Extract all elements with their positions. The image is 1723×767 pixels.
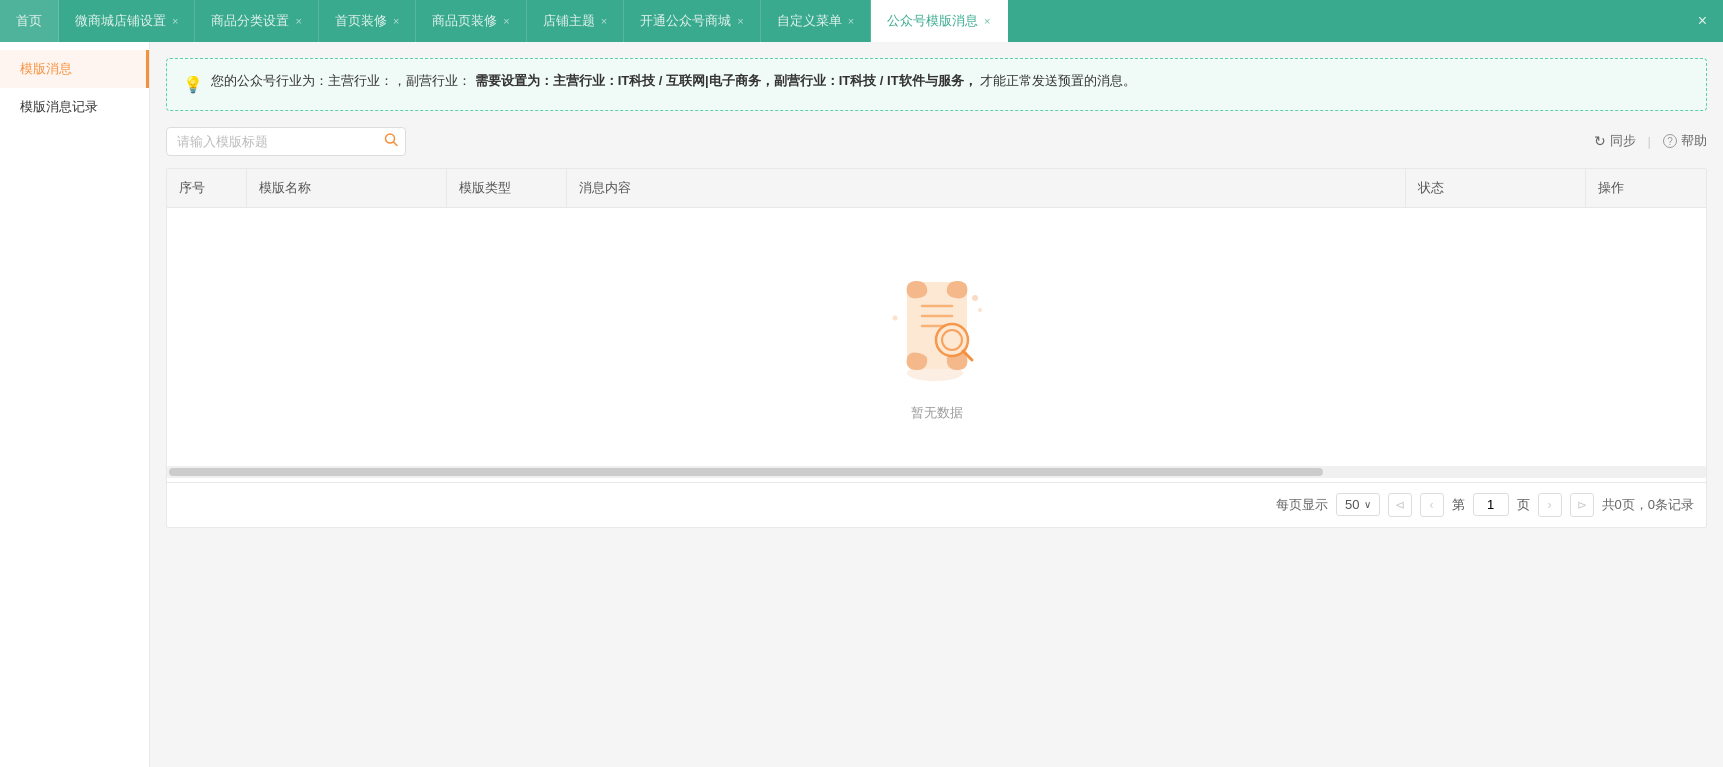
tab-home[interactable]: 首页: [0, 0, 59, 42]
th-action: 操作: [1586, 169, 1706, 207]
th-name: 模版名称: [247, 169, 447, 207]
search-input[interactable]: [166, 127, 406, 156]
help-icon: ?: [1663, 134, 1677, 148]
th-content: 消息内容: [567, 169, 1406, 207]
svg-point-10: [978, 308, 982, 312]
close-tab-custom-menu[interactable]: ×: [848, 15, 854, 27]
first-page-button[interactable]: ⊲: [1388, 493, 1412, 517]
empty-illustration: [877, 268, 997, 388]
tab-product-category[interactable]: 商品分类设置 ×: [195, 0, 318, 42]
current-page-input[interactable]: [1473, 493, 1509, 516]
search-bar: ↻ 同步 | ? 帮助: [166, 127, 1707, 156]
chevron-down-icon: ∨: [1364, 499, 1371, 510]
sync-button[interactable]: ↻ 同步: [1594, 132, 1636, 150]
last-page-button[interactable]: ⊳: [1570, 493, 1594, 517]
sync-icon: ↻: [1594, 133, 1606, 149]
close-tab-product-decor[interactable]: ×: [503, 15, 509, 27]
notice-text: 您的公众号行业为：主营行业：，副营行业： 需要设置为：主营行业：IT科技 / 互…: [211, 71, 1136, 92]
horizontal-scrollbar[interactable]: [167, 466, 1706, 478]
notice-icon: 💡: [183, 72, 203, 98]
search-button[interactable]: [384, 133, 398, 150]
main-layout: 模版消息 模版消息记录 💡 您的公众号行业为：主营行业：，副营行业： 需要设置为…: [0, 42, 1723, 767]
tab-bar: 首页 微商城店铺设置 × 商品分类设置 × 首页装修 × 商品页装修 × 店铺主…: [0, 0, 1723, 42]
tab-wsc-shop[interactable]: 微商城店铺设置 ×: [59, 0, 195, 42]
pagination-row: 每页显示 50 ∨ ⊲ ‹ 第 页 › ⊳ 共0页，0条记录: [167, 482, 1706, 527]
th-index: 序号: [167, 169, 247, 207]
close-tab-home-decor[interactable]: ×: [393, 15, 399, 27]
sidebar-item-template-msg-log[interactable]: 模版消息记录: [0, 88, 149, 126]
page-suffix-label: 页: [1517, 496, 1530, 514]
per-page-label: 每页显示: [1276, 496, 1328, 514]
toolbar-divider: |: [1648, 134, 1651, 149]
prev-page-button[interactable]: ‹: [1420, 493, 1444, 517]
tab-home-decor[interactable]: 首页装修 ×: [319, 0, 416, 42]
close-tab-wechat-shop[interactable]: ×: [737, 15, 743, 27]
empty-state: 暂无数据: [167, 208, 1706, 462]
notice-box: 💡 您的公众号行业为：主营行业：，副营行业： 需要设置为：主营行业：IT科技 /…: [166, 58, 1707, 111]
toolbar-right: ↻ 同步 | ? 帮助: [1594, 132, 1707, 150]
per-page-select[interactable]: 50 ∨: [1336, 493, 1379, 516]
tab-wechat-shop[interactable]: 开通公众号商城 ×: [624, 0, 760, 42]
table-header: 序号 模版名称 模版类型 消息内容 状态 操作: [167, 169, 1706, 208]
help-button[interactable]: ? 帮助: [1663, 132, 1707, 150]
close-tab-template-msg[interactable]: ×: [984, 15, 990, 27]
close-tab-product-category[interactable]: ×: [295, 15, 301, 27]
close-tab-wsc-shop[interactable]: ×: [172, 15, 178, 27]
th-type: 模版类型: [447, 169, 567, 207]
svg-point-11: [892, 315, 897, 320]
tab-shop-theme[interactable]: 店铺主题 ×: [527, 0, 624, 42]
sidebar-item-template-msg[interactable]: 模版消息: [0, 50, 149, 88]
page-prefix-label: 第: [1452, 496, 1465, 514]
next-page-button[interactable]: ›: [1538, 493, 1562, 517]
total-label: 共0页，0条记录: [1602, 496, 1694, 514]
sidebar: 模版消息 模版消息记录: [0, 42, 150, 767]
th-status: 状态: [1406, 169, 1586, 207]
global-close-button[interactable]: ×: [1682, 12, 1723, 30]
empty-text: 暂无数据: [911, 404, 963, 422]
table-wrap: 序号 模版名称 模版类型 消息内容 状态 操作: [166, 168, 1707, 528]
svg-point-9: [972, 295, 978, 301]
tab-custom-menu[interactable]: 自定义菜单 ×: [761, 0, 871, 42]
content-area: 💡 您的公众号行业为：主营行业：，副营行业： 需要设置为：主营行业：IT科技 /…: [150, 42, 1723, 767]
tab-template-msg[interactable]: 公众号模版消息 ×: [871, 0, 1007, 42]
tab-product-decor[interactable]: 商品页装修 ×: [416, 0, 526, 42]
search-input-wrap: [166, 127, 406, 156]
scrollbar-thumb[interactable]: [169, 468, 1323, 476]
close-tab-shop-theme[interactable]: ×: [601, 15, 607, 27]
svg-line-1: [394, 142, 398, 146]
